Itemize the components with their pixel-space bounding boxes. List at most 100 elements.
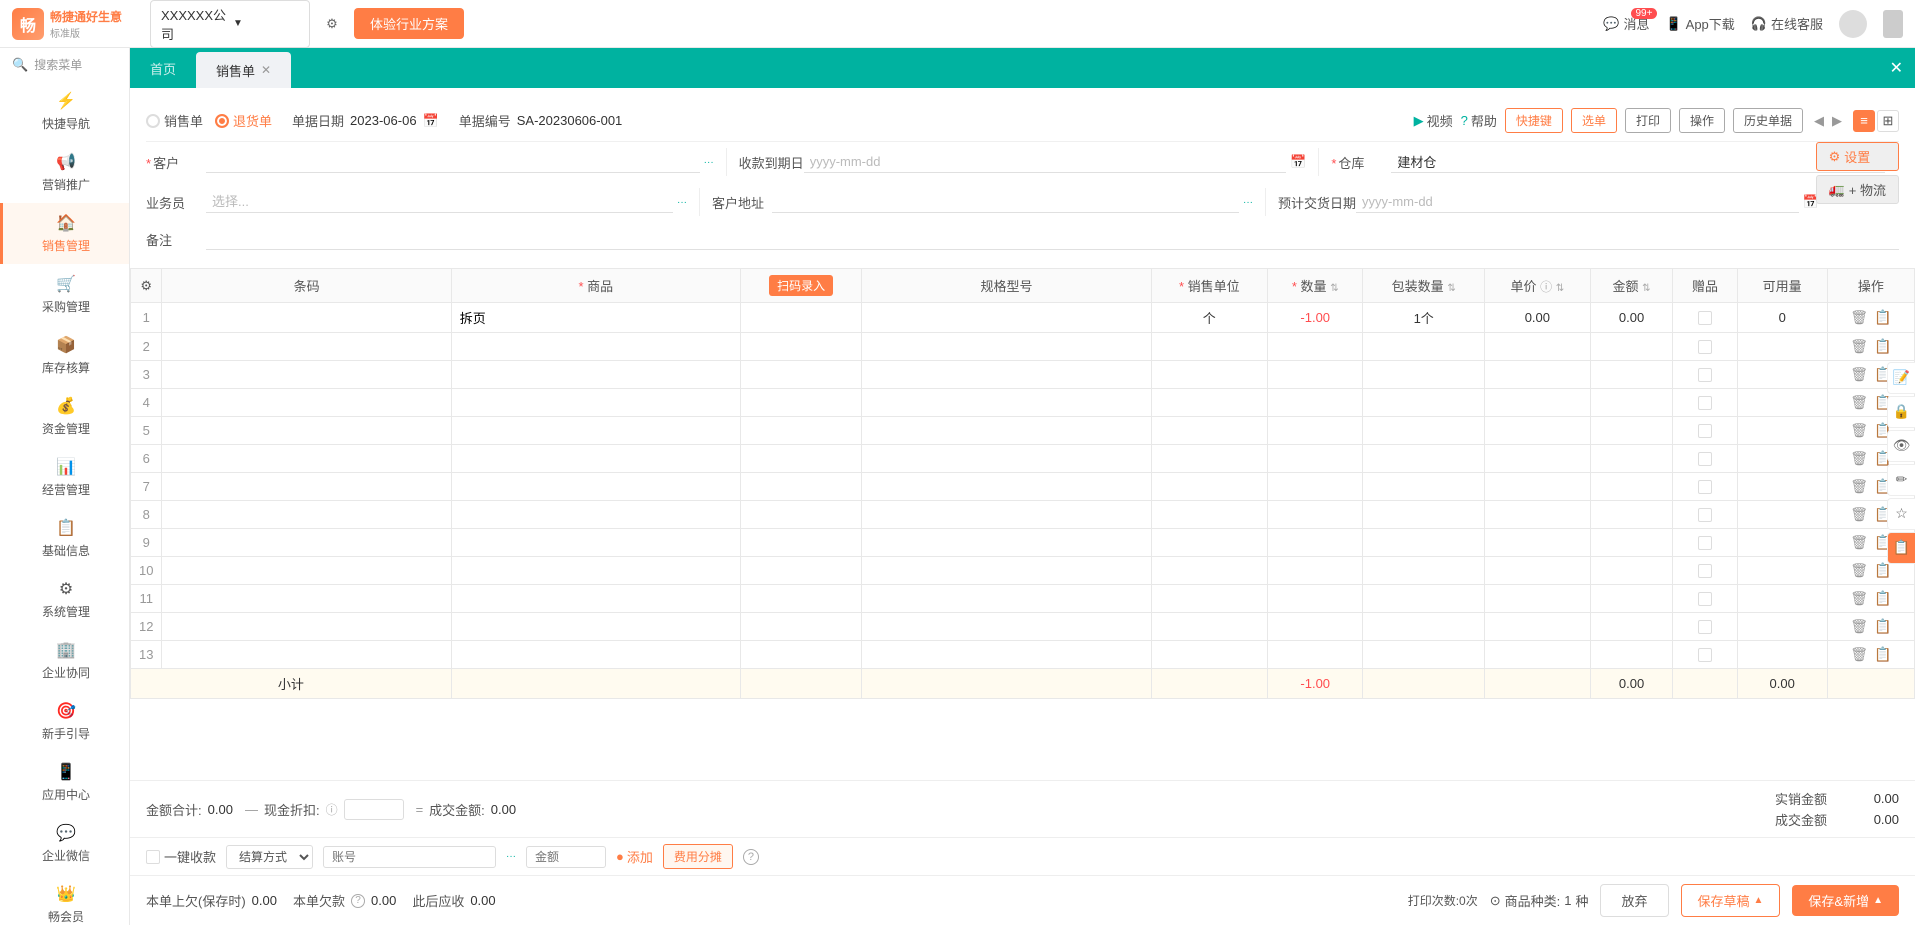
float-note-button[interactable]: 📝 <box>1887 362 1915 394</box>
overdue-info-icon[interactable]: ? <box>351 894 365 908</box>
row-quantity[interactable] <box>1268 501 1363 529</box>
user-menu-button[interactable] <box>1883 10 1903 38</box>
payment-help-icon[interactable]: ? <box>743 849 759 865</box>
fee-split-button[interactable]: 费用分摊 <box>663 844 733 869</box>
discount-input[interactable] <box>344 799 404 820</box>
save-draft-button[interactable]: 保存草稿 ▲ <box>1681 884 1781 917</box>
row-goods[interactable] <box>451 361 740 389</box>
barcode-input[interactable] <box>170 591 442 606</box>
copy-icon[interactable]: 📋 <box>1874 309 1891 326</box>
doc-history-button[interactable]: 历史单据 <box>1733 108 1803 133</box>
row-barcode[interactable] <box>162 501 451 529</box>
sidebar-item-member[interactable]: 👑 畅会员 <box>0 874 129 925</box>
tab-close-button[interactable]: ✕ <box>261 63 271 77</box>
spec-input[interactable] <box>870 423 1142 438</box>
delete-icon[interactable]: 🗑 <box>1850 534 1868 551</box>
unit-price-sort-icon[interactable]: ⇅ <box>1556 283 1564 294</box>
row-barcode[interactable] <box>162 557 451 585</box>
delete-icon[interactable]: 🗑 <box>1850 422 1868 439</box>
user-avatar[interactable] <box>1839 10 1867 38</box>
row-barcode[interactable] <box>162 389 451 417</box>
close-all-tabs-button[interactable]: ✕ <box>1878 58 1915 78</box>
row-goods[interactable] <box>451 585 740 613</box>
goods-input[interactable] <box>460 310 732 325</box>
gift-checkbox[interactable] <box>1698 508 1712 522</box>
radio-sales-order[interactable]: 销售单 <box>146 111 203 130</box>
row-barcode[interactable] <box>162 417 451 445</box>
sidebar-item-guide[interactable]: 🎯 新手引导 <box>0 691 129 752</box>
row-gift[interactable] <box>1673 585 1737 613</box>
due-date-calendar-icon[interactable]: 📅 <box>1290 154 1306 170</box>
delete-icon[interactable]: 🗑 <box>1850 506 1868 523</box>
barcode-input[interactable] <box>170 647 442 662</box>
prev-arrow[interactable]: ◀ <box>1811 113 1827 129</box>
gift-checkbox[interactable] <box>1698 564 1712 578</box>
sidebar-item-inventory[interactable]: 📦 库存核算 <box>0 325 129 386</box>
row-spec[interactable] <box>862 613 1151 641</box>
barcode-input[interactable] <box>170 423 442 438</box>
row-barcode[interactable] <box>162 529 451 557</box>
doc-video-button[interactable]: ▶ 视频 <box>1414 111 1453 130</box>
sidebar-item-wechat[interactable]: 💬 企业微信 <box>0 813 129 874</box>
payment-account-input[interactable] <box>323 846 496 868</box>
barcode-input[interactable] <box>170 619 442 634</box>
radio-return-order[interactable]: 退货单 <box>215 111 272 130</box>
float-lock-button[interactable]: 🔒 <box>1887 396 1915 428</box>
col-settings[interactable]: ⚙ <box>131 269 162 303</box>
one-click-payment-checkbox[interactable]: 一键收款 <box>146 847 216 866</box>
row-gift[interactable] <box>1673 361 1737 389</box>
row-goods[interactable] <box>451 641 740 669</box>
delete-icon[interactable]: 🗑 <box>1850 618 1868 635</box>
customer-input[interactable] <box>206 151 700 173</box>
spec-input[interactable] <box>870 563 1142 578</box>
save-new-button[interactable]: 保存&新增 ▲ <box>1792 885 1899 916</box>
delete-icon[interactable]: 🗑 <box>1850 562 1868 579</box>
goods-input[interactable] <box>460 507 732 522</box>
doc-help-button[interactable]: ? 帮助 <box>1461 111 1497 130</box>
settings-button[interactable]: ⚙ 设置 <box>1816 142 1899 171</box>
row-quantity[interactable] <box>1268 361 1363 389</box>
gift-checkbox[interactable] <box>1698 620 1712 634</box>
float-eye-button[interactable]: 👁 <box>1887 430 1915 462</box>
delete-icon[interactable]: 🗑 <box>1850 394 1868 411</box>
delete-icon[interactable]: 🗑 <box>1850 450 1868 467</box>
delete-icon[interactable]: 🗑 <box>1850 590 1868 607</box>
row-quantity[interactable] <box>1268 473 1363 501</box>
row-gift[interactable] <box>1673 613 1737 641</box>
spec-input[interactable] <box>870 507 1142 522</box>
goods-input[interactable] <box>460 423 732 438</box>
spec-input[interactable] <box>870 619 1142 634</box>
spec-input[interactable] <box>870 339 1142 354</box>
row-gift[interactable] <box>1673 333 1737 361</box>
spec-input[interactable] <box>870 451 1142 466</box>
payment-amount-input[interactable] <box>526 846 606 868</box>
remarks-input[interactable] <box>206 228 1899 250</box>
row-spec[interactable] <box>862 473 1151 501</box>
row-quantity[interactable] <box>1268 585 1363 613</box>
doc-operation-button[interactable]: 操作 <box>1679 108 1725 133</box>
row-goods[interactable] <box>451 445 740 473</box>
row-barcode[interactable] <box>162 445 451 473</box>
customer-addr-input[interactable] <box>772 191 1239 213</box>
copy-icon[interactable]: 📋 <box>1874 646 1891 663</box>
gift-checkbox[interactable] <box>1698 424 1712 438</box>
payment-method-select[interactable]: 结算方式 <box>226 845 313 869</box>
gift-checkbox[interactable] <box>1698 480 1712 494</box>
gift-checkbox[interactable] <box>1698 452 1712 466</box>
gift-checkbox[interactable] <box>1698 340 1712 354</box>
unit-price-info-icon[interactable]: ⓘ <box>1540 280 1552 294</box>
calendar-icon[interactable]: 📅 <box>423 113 439 129</box>
barcode-input[interactable] <box>170 563 442 578</box>
goods-input[interactable] <box>460 395 732 410</box>
row-gift[interactable] <box>1673 529 1737 557</box>
row-spec[interactable] <box>862 333 1151 361</box>
spec-input[interactable] <box>870 479 1142 494</box>
salesperson-more-button[interactable]: ··· <box>677 197 687 208</box>
pack-qty-sort-icon[interactable]: ⇅ <box>1447 283 1455 294</box>
col-scan[interactable]: 扫码录入 <box>740 269 861 303</box>
row-goods[interactable] <box>451 501 740 529</box>
gift-checkbox[interactable] <box>1698 368 1712 382</box>
row-goods[interactable] <box>451 389 740 417</box>
row-goods[interactable] <box>451 303 740 333</box>
row-spec[interactable] <box>862 303 1151 333</box>
